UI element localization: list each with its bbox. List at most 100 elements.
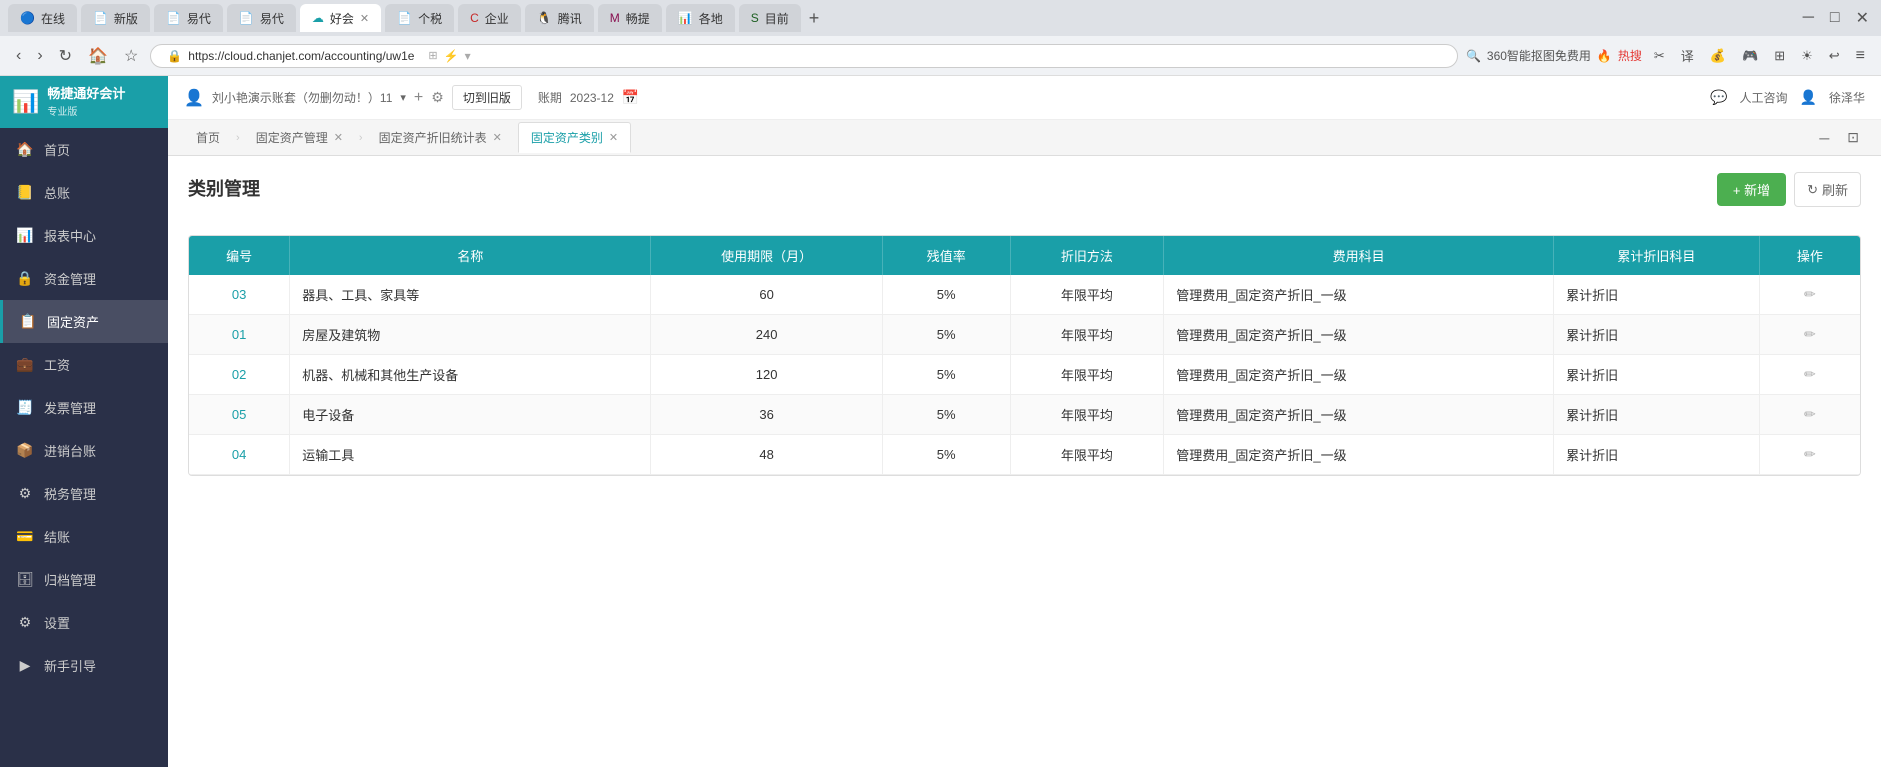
forward-button[interactable]: › [33,43,46,69]
browser-tab-2[interactable]: 📄 新版 [81,4,150,32]
sidebar-item-guide[interactable]: ▶ 新手引导 [0,644,168,687]
reload-button[interactable]: ↻ [55,42,76,70]
sidebar-item-reports[interactable]: 📊 报表中心 [0,214,168,257]
sidebar-item-label: 工资 [44,355,70,374]
breadcrumb-category[interactable]: 固定资产类别 ✕ [518,122,631,153]
minimize-tab-button[interactable]: ─ [1813,127,1835,148]
new-tab-button[interactable]: + [805,4,824,33]
browser-tab-11[interactable]: S 目前 [739,4,801,32]
cell-expense: 管理费用_固定资产折旧_一级 [1164,435,1554,475]
table-row: 02 机器、机械和其他生产设备 120 5% 年限平均 管理费用_固定资产折旧_… [189,355,1860,395]
edit-icon[interactable]: ✏ [1804,326,1816,342]
tab-label: 易代 [260,10,284,27]
cell-name: 器具、工具、家具等 [290,275,651,315]
edit-icon[interactable]: ✏ [1804,286,1816,302]
maximize-button[interactable]: □ [1826,4,1844,32]
tab-label: 个税 [418,10,442,27]
edit-icon[interactable]: ✏ [1804,446,1816,462]
user-avatar-icon: 👤 [184,88,204,108]
bookmark-button[interactable]: ☆ [120,42,142,70]
breadcrumb-close-icon[interactable]: ✕ [334,131,343,144]
wallet-button[interactable]: 💰 [1706,44,1730,68]
inventory-icon: 📦 [16,441,34,459]
search-area[interactable]: 🔍 360智能抠图免费用 🔥 热搜 [1466,47,1642,64]
close-window-button[interactable]: ✕ [1852,4,1873,32]
switch-version-button[interactable]: 切到旧版 [452,85,522,110]
user-name: 徐泽华 [1829,89,1865,106]
tab-close-icon[interactable]: ✕ [360,12,369,25]
browser-tab-7[interactable]: C 企业 [458,4,521,32]
breadcrumb-close-icon-2[interactable]: ✕ [493,131,502,144]
sidebar-item-funds[interactable]: 🔒 资金管理 [0,257,168,300]
browser-tab-6[interactable]: 📄 个税 [385,4,454,32]
menu-button[interactable]: ≡ [1852,43,1869,69]
grid-button[interactable]: ⊞ [1770,44,1789,68]
app-header: 👤 刘小艳演示账套（勿删勿动！）11 ▾ + ⚙ 切到旧版 账期 2023-12… [168,76,1881,120]
sidebar-item-invoice[interactable]: 🧾 发票管理 [0,386,168,429]
cell-id: 05 [189,395,290,435]
cell-id: 03 [189,275,290,315]
back-button[interactable]: ‹ [12,43,25,69]
browser-tab-10[interactable]: 📊 各地 [666,4,735,32]
tab-label: 畅提 [626,10,650,27]
col-header-actions: 操作 [1759,236,1860,275]
cell-expense: 管理费用_固定资产折旧_一级 [1164,395,1554,435]
translate-button[interactable]: 译 [1677,42,1698,69]
cell-name: 运输工具 [290,435,651,475]
brightness-button[interactable]: ☀ [1797,44,1817,68]
breadcrumb-home[interactable]: 首页 [184,123,232,152]
add-account-icon[interactable]: + [414,89,423,107]
sidebar-item-home[interactable]: 🏠 首页 [0,128,168,171]
browser-tab-4[interactable]: 📄 易代 [227,4,296,32]
sidebar-item-checkout[interactable]: 💳 结账 [0,515,168,558]
sidebar-item-payroll[interactable]: 💼 工资 [0,343,168,386]
settings-cog-icon[interactable]: ⚙ [431,89,444,106]
period-value: 2023-12 [570,91,614,105]
sidebar-item-fixed-assets[interactable]: 📋 固定资产 [0,300,168,343]
main-content: 👤 刘小艳演示账套（勿删勿动！）11 ▾ + ⚙ 切到旧版 账期 2023-12… [168,76,1881,767]
sidebar-item-ledger[interactable]: 📒 总账 [0,171,168,214]
browser-tab-5[interactable]: ☁ 好会 ✕ [300,4,381,32]
dropdown-icon[interactable]: ▾ [400,91,406,104]
cell-residual: 5% [882,315,1010,355]
home-button[interactable]: 🏠 [84,42,112,70]
browser-tab-3[interactable]: 📄 易代 [154,4,223,32]
scissors-button[interactable]: ✂ [1650,44,1669,68]
sidebar-item-archive[interactable]: 🗄 归档管理 [0,558,168,601]
cell-id: 02 [189,355,290,395]
breadcrumb-depreciation-stats[interactable]: 固定资产折旧统计表 ✕ [367,123,514,152]
tab-label: 各地 [699,10,723,27]
cell-expense: 管理费用_固定资产折旧_一级 [1164,275,1554,315]
minimize-button[interactable]: ─ [1799,4,1818,32]
sidebar-item-settings[interactable]: ⚙ 设置 [0,601,168,644]
cell-actions: ✏ [1759,355,1860,395]
calendar-icon[interactable]: 📅 [622,89,639,106]
toolbar: + 新增 ↻ 刷新 [1717,172,1861,207]
sidebar-item-inventory[interactable]: 📦 进销台账 [0,429,168,472]
separator-2: › [359,132,363,144]
cell-name: 机器、机械和其他生产设备 [290,355,651,395]
browser-tab-9[interactable]: M 畅提 [598,4,662,32]
refresh-label: 刷新 [1822,180,1848,199]
maximize-tab-button[interactable]: ⊡ [1841,127,1865,148]
edit-icon[interactable]: ✏ [1804,406,1816,422]
breadcrumb-close-icon-3[interactable]: ✕ [609,131,618,144]
url-bar[interactable]: 🔒 https://cloud.chanjet.com/accounting/u… [150,44,1458,68]
category-table: 编号 名称 使用期限（月） 残值率 折旧方法 费用科目 累计折旧科目 操作 03… [189,236,1860,475]
consult-label[interactable]: 人工咨询 [1740,89,1788,106]
refresh-button[interactable]: ↻ 刷新 [1794,172,1861,207]
edit-icon[interactable]: ✏ [1804,366,1816,382]
invoice-icon: 🧾 [16,398,34,416]
browser-tab-1[interactable]: 🔵 在线 [8,4,77,32]
breadcrumb-label: 固定资产管理 [256,129,328,146]
col-header-name: 名称 [290,236,651,275]
browser-tab-8[interactable]: 🐧 腾讯 [525,4,594,32]
add-button[interactable]: + 新增 [1717,173,1786,206]
page-title: 类别管理 [188,175,260,201]
breadcrumb-fixed-assets-mgmt[interactable]: 固定资产管理 ✕ [244,123,355,152]
game-button[interactable]: 🎮 [1738,44,1762,68]
sidebar-item-tax[interactable]: ⚙ 税务管理 [0,472,168,515]
cell-residual: 5% [882,435,1010,475]
undo-button[interactable]: ↩ [1825,44,1844,68]
period-label: 账期 [538,89,562,106]
